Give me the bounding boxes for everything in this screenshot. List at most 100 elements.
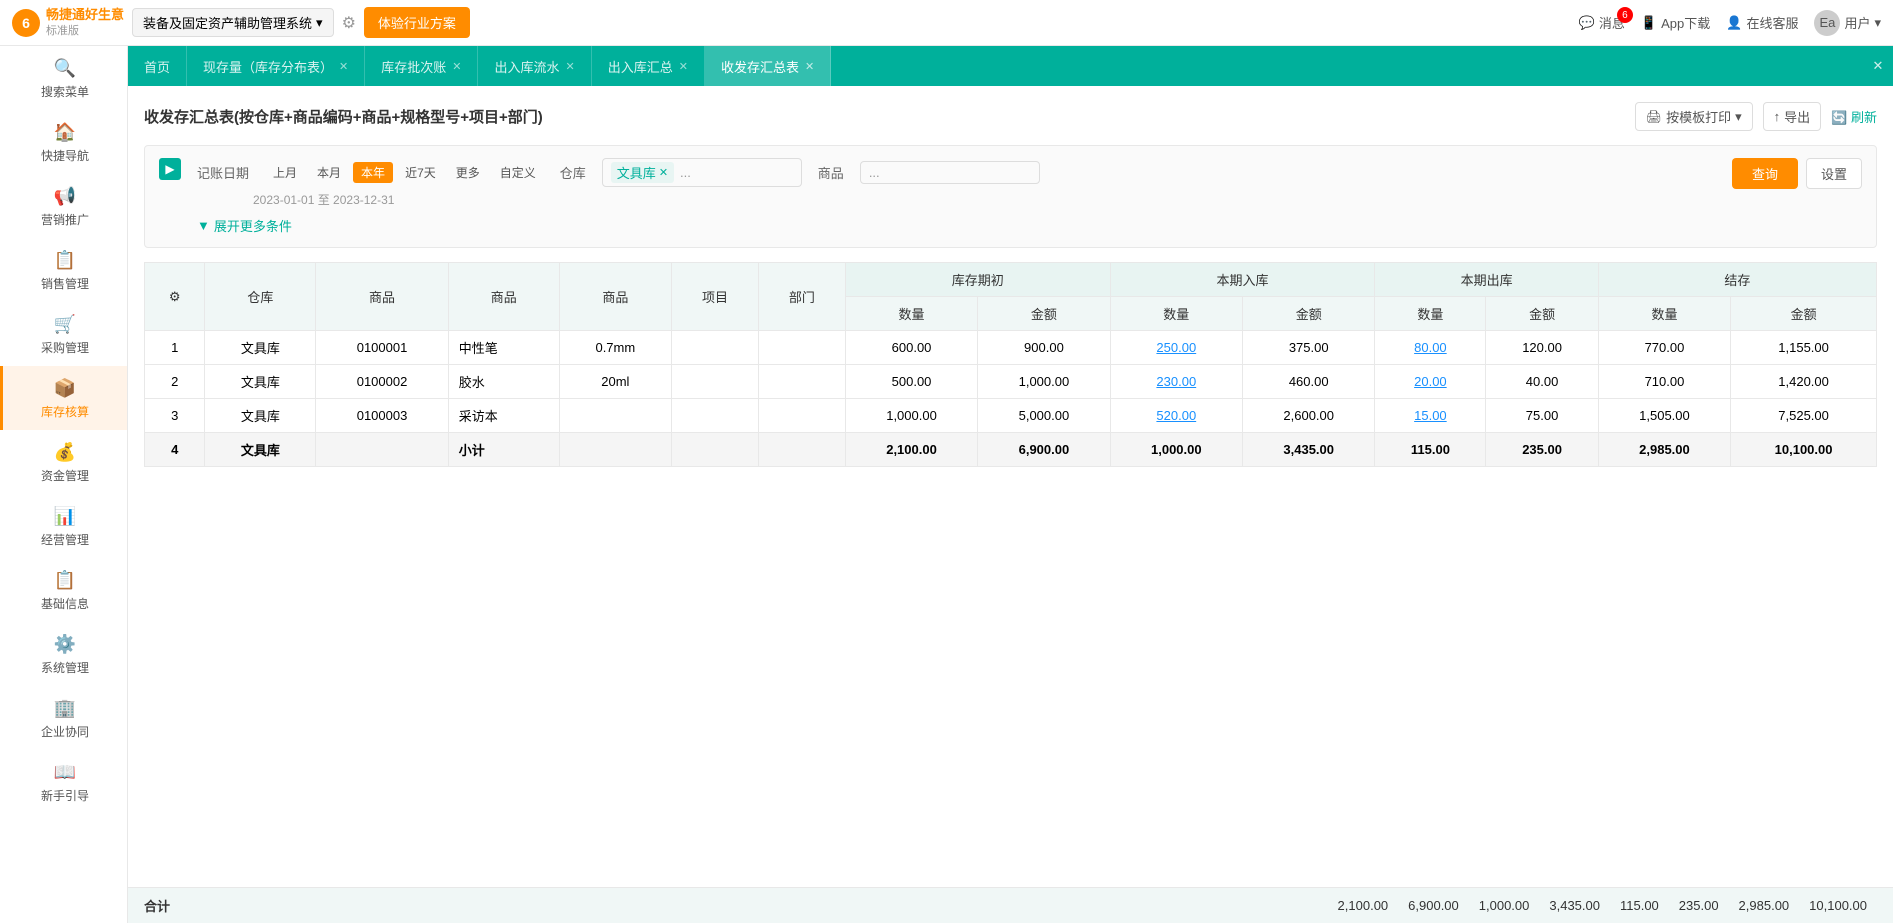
marketing-icon: 📢 [54,186,76,207]
sidebar-item-finance[interactable]: 💰 资金管理 [0,430,127,494]
total-label: 合计 [144,896,170,915]
shortcut-more[interactable]: 更多 [448,162,488,183]
refresh-icon: 🔄 [1831,110,1847,125]
row-in-qty[interactable]: 520.00 [1110,399,1242,433]
gear-icon: ⚙ [169,289,181,304]
print-icon: 🖨 [1646,109,1663,125]
top-header: 6 畅捷通好生意 标准版 装备及固定资产辅助管理系统 ▾ ⚙ 体验行业方案 💬 … [0,0,1893,46]
row-spec [559,399,671,433]
shortcut-custom[interactable]: 自定义 [492,162,544,183]
set-button[interactable]: 设置 [1806,158,1862,189]
expand-conditions[interactable]: ▼ 展开更多条件 [197,216,1724,235]
sidebar-item-inventory[interactable]: 📦 库存核算 [0,366,127,430]
row-index: 2 [145,365,205,399]
filter-section: ▶ 记账日期 上月 本月 本年 近7天 更多 自定义 [144,145,1877,248]
warehouse-filter-input[interactable]: 文具库 ✕ ... [602,158,802,187]
tab-inventory-dist[interactable]: 现存量（库存分布表） ✕ [187,46,365,86]
sidebar-item-search[interactable]: 🔍 搜索菜单 [0,46,127,110]
experience-button[interactable]: 体验行业方案 [364,7,470,38]
col-bal-qty: 数量 [1598,297,1730,331]
row-open-amt: 900.00 [978,331,1110,365]
sidebar-item-operation[interactable]: 📊 经营管理 [0,494,127,558]
warehouse-filter-more[interactable]: ... [680,165,691,180]
header-right: 💬 消息 6 📱 App下载 👤 在线客服 Ea 用户 ▾ [1579,10,1881,36]
tab-home[interactable]: 首页 [128,46,187,86]
tab-summary[interactable]: 出入库汇总 ✕ [592,46,705,86]
row-out-qty[interactable]: 20.00 [1375,365,1486,399]
row-in-qty[interactable]: 250.00 [1110,331,1242,365]
row-bal-amt: 1,420.00 [1731,365,1877,399]
basic-icon: 📋 [54,570,76,591]
dropdown-arrow-icon: ▾ [316,15,323,31]
tab-inventory-dist-label: 现存量（库存分布表） [203,57,333,76]
sidebar-item-quick-nav[interactable]: 🏠 快捷导航 [0,110,127,174]
main-layout: 🔍 搜索菜单 🏠 快捷导航 📢 营销推广 📋 销售管理 🛒 采购管理 📦 库存核… [0,46,1893,923]
app-download-item[interactable]: 📱 App下载 [1641,13,1710,32]
shortcut-7days[interactable]: 近7天 [397,162,444,183]
date-range-display: 2023-01-01 至 2023-12-31 [253,191,394,208]
system-selector[interactable]: 装备及固定资产辅助管理系统 ▾ [132,8,334,37]
row-in-qty[interactable]: 230.00 [1110,365,1242,399]
tab-summary-label: 出入库汇总 [608,57,673,76]
filter-row-1: 记账日期 上月 本月 本年 近7天 更多 自定义 仓库 [197,158,1724,187]
tab-summary-close[interactable]: ✕ [679,60,688,73]
tab-batch[interactable]: 库存批次账 ✕ [365,46,478,86]
tab-bar: 首页 现存量（库存分布表） ✕ 库存批次账 ✕ 出入库流水 ✕ 出入库汇总 ✕ … [128,46,1893,86]
col-header-warehouse: 仓库 [205,263,316,331]
refresh-button[interactable]: 🔄 刷新 [1831,107,1877,126]
warehouse-tag-remove[interactable]: ✕ [659,166,668,179]
user-initials: Ea [1820,15,1836,30]
print-button[interactable]: 🖨 按模板打印 ▾ [1635,102,1753,131]
goods-filter-more[interactable]: ... [869,165,880,180]
shortcut-this-year[interactable]: 本年 [353,162,393,183]
operation-icon: 📊 [54,506,76,527]
settings-icon[interactable]: ⚙ [342,13,356,33]
online-service-item[interactable]: 👤 在线客服 [1726,13,1798,32]
goods-filter-input[interactable]: ... [860,161,1040,184]
sidebar-item-purchase[interactable]: 🛒 采购管理 [0,302,127,366]
user-item[interactable]: Ea 用户 ▾ [1814,10,1881,36]
tab-batch-close[interactable]: ✕ [452,60,461,73]
export-button[interactable]: ↑ 导出 [1763,102,1822,131]
message-item[interactable]: 💬 消息 6 [1579,13,1625,32]
col-open-amt: 金额 [978,297,1110,331]
tab-recv-send-close[interactable]: ✕ [805,60,814,73]
row-project [671,399,758,433]
row-out-qty[interactable]: 15.00 [1375,399,1486,433]
sidebar-item-guide[interactable]: 📖 新手引导 [0,750,127,814]
col-header-dept: 部门 [758,263,845,331]
sidebar-item-enterprise[interactable]: 🏢 企业协同 [0,686,127,750]
col-header-balance: 结存 [1598,263,1876,297]
table-settings-header[interactable]: ⚙ [145,263,205,331]
col-header-project: 项目 [671,263,758,331]
sidebar-item-marketing[interactable]: 📢 营销推广 [0,174,127,238]
sidebar-label-purchase: 采购管理 [41,339,89,356]
sidebar-item-sales[interactable]: 📋 销售管理 [0,238,127,302]
query-button[interactable]: 查询 [1732,158,1798,189]
message-badge: 6 [1617,7,1633,23]
warehouse-tag-text: 文具库 [617,163,656,182]
row-project [671,433,758,467]
sidebar-item-basic[interactable]: 📋 基础信息 [0,558,127,622]
close-all-tabs[interactable]: ✕ [1863,46,1893,86]
row-dept [758,331,845,365]
filter-toggle[interactable]: ▶ [159,158,181,180]
sidebar-label-enterprise: 企业协同 [41,723,89,740]
shortcut-last-month[interactable]: 上月 [265,162,305,183]
row-dept [758,365,845,399]
tab-recv-send[interactable]: 收发存汇总表 ✕ [705,46,831,86]
tab-flow-label: 出入库流水 [494,57,559,76]
sales-icon: 📋 [54,250,76,271]
bottom-footer: 合计 2,100.00 6,900.00 1,000.00 3,435.00 1… [128,887,1893,923]
row-bal-amt: 1,155.00 [1731,331,1877,365]
tab-flow[interactable]: 出入库流水 ✕ [478,46,591,86]
table-row: 2 文具库 0100002 胶水 20ml 500.00 1,000.00 23… [145,365,1877,399]
expand-label: 展开更多条件 [214,216,292,235]
tab-inventory-dist-close[interactable]: ✕ [339,60,348,73]
sidebar-item-system[interactable]: ⚙️ 系统管理 [0,622,127,686]
tab-flow-close[interactable]: ✕ [566,60,575,73]
row-out-amt: 235.00 [1486,433,1598,467]
shortcut-this-month[interactable]: 本月 [309,162,349,183]
row-open-qty: 600.00 [845,331,977,365]
row-out-qty[interactable]: 80.00 [1375,331,1486,365]
